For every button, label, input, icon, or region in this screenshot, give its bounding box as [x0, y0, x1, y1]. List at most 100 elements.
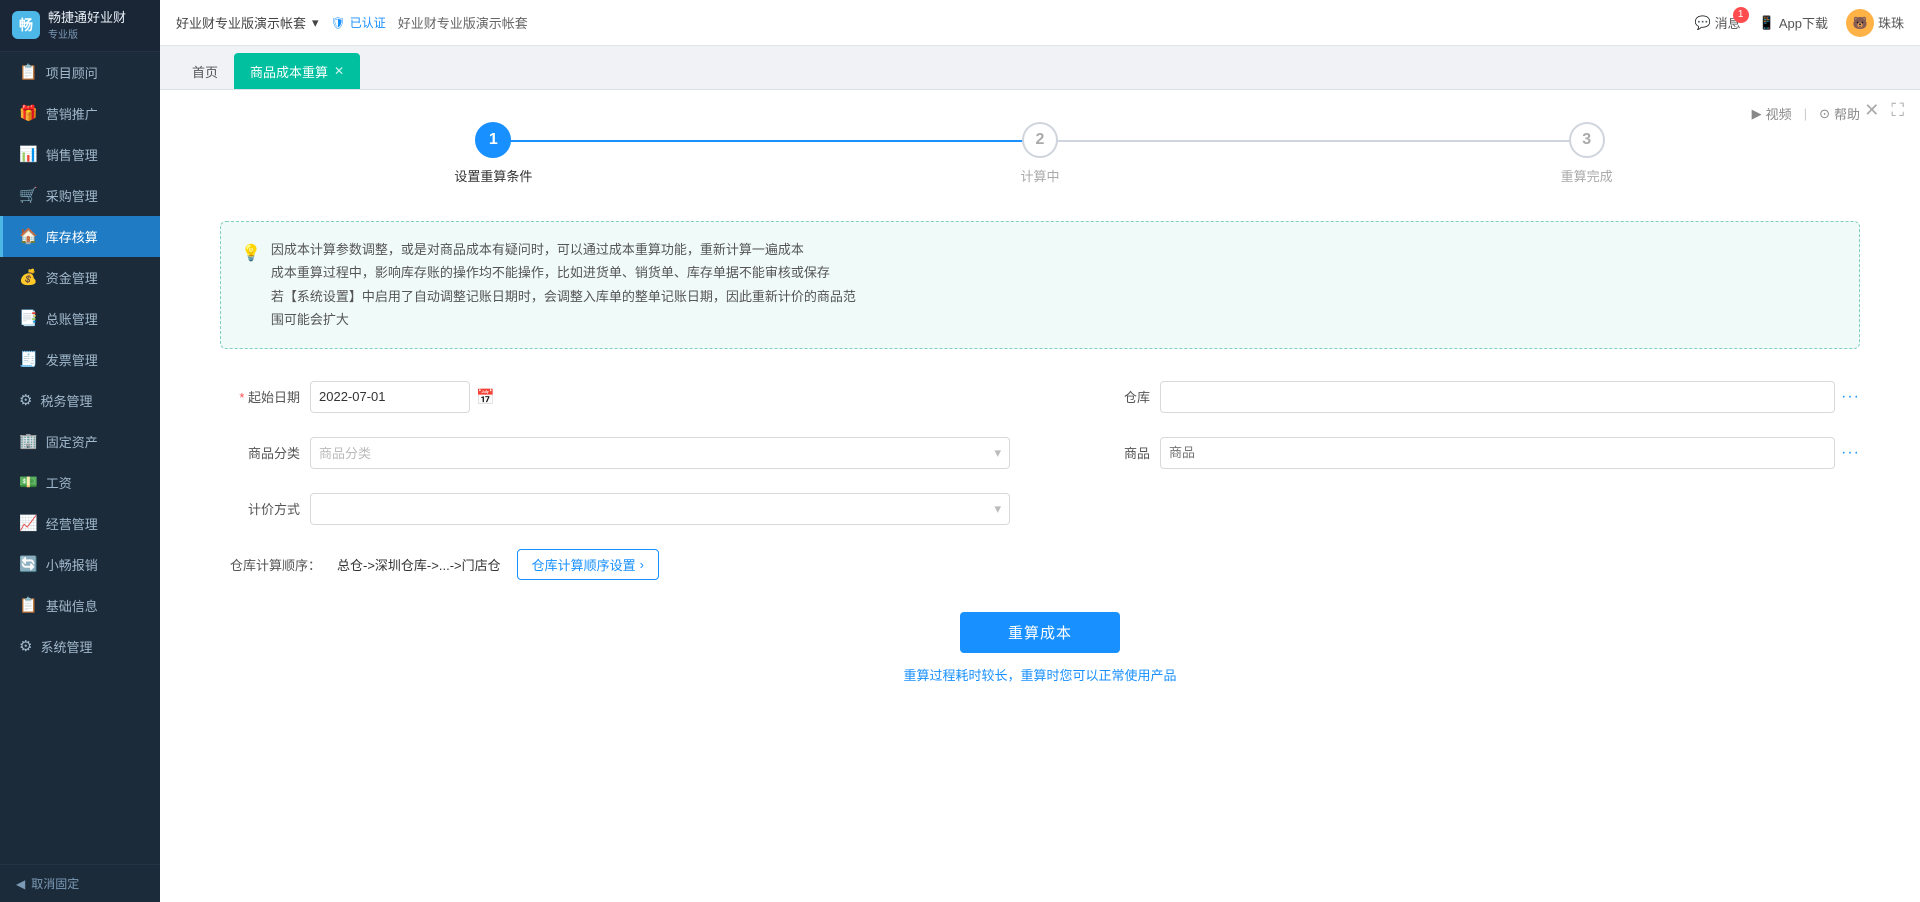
sidebar-item-invoice[interactable]: 🧾发票管理 — [0, 339, 160, 380]
product-input[interactable] — [1160, 437, 1835, 469]
sidebar-item-marketing[interactable]: 🎁营销推广 — [0, 93, 160, 134]
sidebar-item-label-purchase: 采购管理 — [46, 186, 98, 205]
sidebar-item-basic[interactable]: 📋基础信息 — [0, 585, 160, 626]
calc-order-label: 仓库计算顺序： — [230, 555, 321, 574]
tab-home-label: 首页 — [192, 62, 218, 81]
sidebar-item-project[interactable]: 📋 项目顾问 — [0, 52, 160, 93]
category-label: 商品分类 — [220, 443, 300, 462]
warehouse-field-area: ··· — [1160, 381, 1860, 413]
start-date-label: 起始日期 — [220, 387, 300, 406]
account-selector-area[interactable]: 好业财专业版演示帐套 ▾ — [176, 13, 319, 32]
price-method-dropdown-icon: ▾ — [994, 501, 1001, 517]
pin-icon: ◀ — [16, 877, 25, 891]
submit-area: 重算成本 重算过程耗时较长，重算时您可以正常使用产品 — [220, 612, 1860, 684]
submit-hint: 重算过程耗时较长，重算时您可以正常使用产品 — [903, 665, 1176, 684]
expense-icon: 🔄 — [19, 555, 38, 573]
video-link[interactable]: ▶ 视频 — [1752, 104, 1792, 123]
help-link[interactable]: ⊙ 帮助 — [1819, 104, 1860, 123]
product-more-icon[interactable]: ··· — [1841, 444, 1860, 462]
calc-order-value: 总仓->深圳仓库->...->门店仓 — [337, 555, 501, 574]
expand-window-icon[interactable]: ⛶ — [1891, 100, 1904, 121]
category-dropdown-icon: ▾ — [994, 445, 1001, 461]
product-row: 商品 ··· — [1070, 437, 1860, 469]
sales-icon: 📊 — [19, 145, 38, 163]
step-3-circle: 3 — [1569, 122, 1605, 158]
category-select[interactable]: 商品分类 ▾ — [310, 437, 1010, 469]
calendar-icon[interactable]: 📅 — [476, 388, 495, 406]
cancel-pin-label: 取消固定 — [31, 875, 79, 892]
sidebar-item-inventory[interactable]: 🏠库存核算 — [0, 216, 160, 257]
help-icon: ⊙ — [1819, 106, 1830, 122]
warehouse-input[interactable] — [1160, 381, 1835, 413]
price-method-label: 计价方式 — [220, 499, 300, 518]
messages-btn[interactable]: 💬 消息 1 — [1694, 13, 1740, 32]
sidebar-item-finance[interactable]: 💰资金管理 — [0, 257, 160, 298]
info-line-2: 成本重算过程中，影响库存账的操作均不能操作，比如进货单、销货单、库存单据不能审核… — [271, 261, 856, 284]
account-name-text: 好业财专业版演示帐套 — [176, 13, 306, 32]
sidebar-item-label-operation: 经营管理 — [46, 514, 98, 533]
app-logo-icon: 畅 — [12, 11, 40, 39]
tab-home[interactable]: 首页 — [176, 53, 234, 89]
app-name: 畅捷通好业财 — [48, 10, 126, 26]
price-method-select[interactable]: ▾ — [310, 493, 1010, 525]
info-line-3: 若【系统设置】中启用了自动调整记账日期时，会调整入库单的整单记账日期，因此重新计… — [271, 285, 856, 308]
sidebar-header: 畅 畅捷通好业财 专业版 — [0, 0, 160, 52]
step-1-label: 设置重算条件 — [454, 166, 532, 185]
sidebar-item-label-salary: 工资 — [46, 473, 72, 492]
start-date-field-area: 📅 — [310, 381, 1010, 413]
project-icon: 📋 — [19, 63, 38, 81]
message-icon: 💬 — [1694, 15, 1710, 31]
step-1: 1 设置重算条件 — [220, 122, 767, 185]
system-icon: ⚙ — [19, 637, 32, 655]
steps-indicator: 1 设置重算条件 2 计算中 3 重算完成 — [220, 122, 1860, 185]
sidebar-item-purchase[interactable]: 🛒 采购管理 — [0, 175, 160, 216]
submit-btn-label: 重算成本 — [1008, 625, 1072, 642]
sidebar-item-label-marketing: 营销推广 — [46, 104, 98, 123]
tab-cost-recalc[interactable]: 商品成本重算 ✕ — [234, 53, 360, 89]
product-field-area: ··· — [1160, 437, 1860, 469]
sidebar-item-label-sales: 销售管理 — [46, 145, 98, 164]
sidebar-item-salary[interactable]: 💵工资 — [0, 462, 160, 503]
form-grid: 起始日期 📅 仓库 ··· 商品分类 — [220, 381, 1860, 525]
chevron-right-icon: › — [640, 557, 644, 572]
accounting-icon: 📑 — [19, 309, 38, 327]
info-line-4: 围可能会扩大 — [271, 308, 856, 331]
play-icon: ▶ — [1752, 106, 1762, 122]
account-dropdown-icon[interactable]: ▾ — [312, 15, 319, 31]
basic-icon: 📋 — [19, 596, 38, 614]
purchase-icon: 🛒 — [19, 186, 38, 204]
sidebar-item-label-project: 项目顾问 — [46, 63, 98, 82]
cancel-pin-btn[interactable]: ◀ 取消固定 — [0, 864, 160, 902]
topbar-right: 💬 消息 1 📱 App下载 🐻 珠珠 — [1694, 9, 1904, 37]
sidebar-item-assets[interactable]: 🏢固定资产 — [0, 421, 160, 462]
warehouse-more-icon[interactable]: ··· — [1841, 388, 1860, 406]
operation-icon: 📈 — [19, 514, 38, 532]
tab-close-icon[interactable]: ✕ — [334, 64, 344, 78]
sidebar-item-sales[interactable]: 📊 销售管理 — [0, 134, 160, 175]
step-3: 3 重算完成 — [1313, 122, 1860, 185]
product-label: 商品 — [1070, 443, 1150, 462]
sidebar-item-label-inventory: 库存核算 — [46, 227, 98, 246]
verified-badge: 🛡 已认证 — [331, 14, 386, 31]
sidebar-item-label-tax: 税务管理 — [40, 391, 92, 410]
page-area: ✕ ⛶ ▶ 视频 | ⊙ 帮助 1 设置重算条 — [160, 90, 1920, 902]
sidebar-item-tax[interactable]: ⚙税务管理 — [0, 380, 160, 421]
main-area: 好业财专业版演示帐套 ▾ 🛡 已认证 好业财专业版演示帐套 💬 消息 1 📱 A… — [160, 0, 1920, 902]
sidebar-item-label-system: 系统管理 — [40, 637, 92, 656]
submit-btn[interactable]: 重算成本 — [960, 612, 1120, 653]
user-name: 珠珠 — [1878, 13, 1904, 32]
close-window-icon[interactable]: ✕ — [1864, 100, 1879, 121]
app-download-btn[interactable]: 📱 App下载 — [1759, 13, 1828, 32]
sidebar-item-expense[interactable]: 🔄小畅报销 — [0, 544, 160, 585]
start-date-input[interactable] — [310, 381, 470, 413]
warehouse-label: 仓库 — [1070, 387, 1150, 406]
sidebar-item-accounting[interactable]: 📑总账管理 — [0, 298, 160, 339]
sidebar-item-system[interactable]: ⚙ 系统管理 — [0, 626, 160, 667]
start-date-row: 起始日期 📅 — [220, 381, 1010, 413]
user-avatar-area[interactable]: 🐻 珠珠 — [1846, 9, 1904, 37]
sidebar-item-operation[interactable]: 📈 经营管理 — [0, 503, 160, 544]
tab-cost-recalc-label: 商品成本重算 — [250, 62, 328, 81]
window-controls: ✕ ⛶ — [1864, 100, 1904, 121]
calc-order-settings-btn[interactable]: 仓库计算顺序设置 › — [517, 549, 659, 580]
avatar: 🐻 — [1846, 9, 1874, 37]
